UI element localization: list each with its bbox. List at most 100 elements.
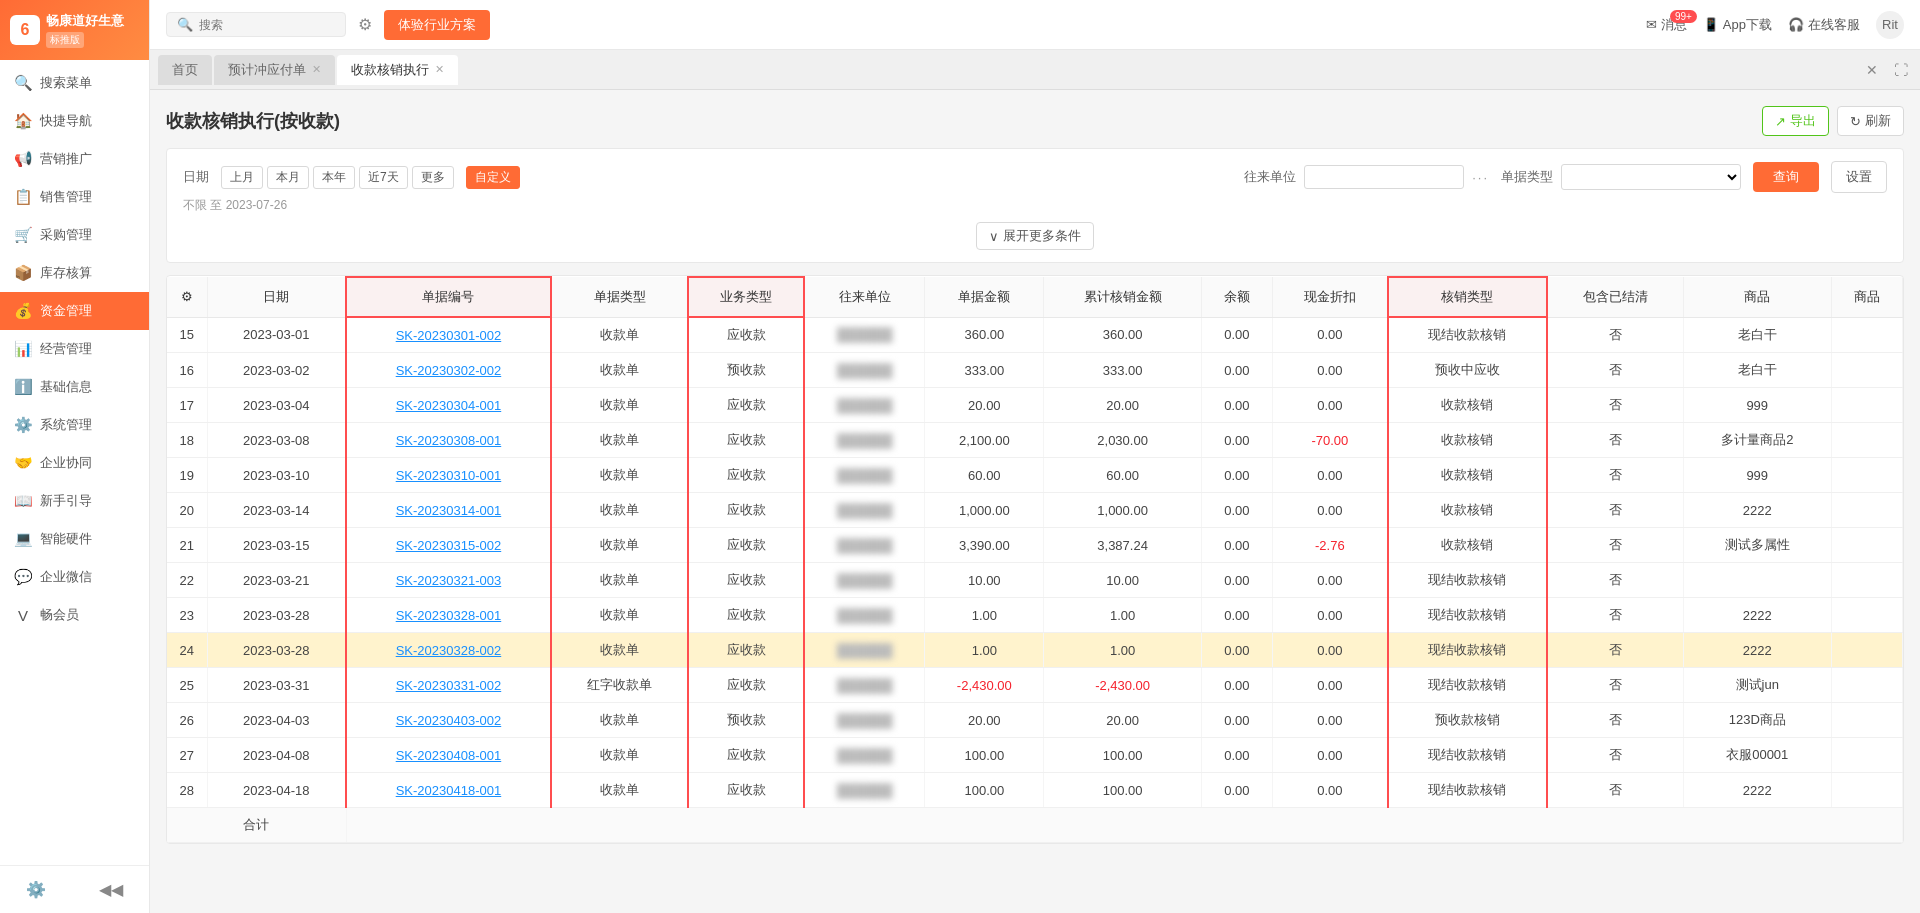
avatar[interactable]: Rit	[1876, 11, 1904, 39]
sidebar-item-system[interactable]: ⚙️系统管理	[0, 406, 149, 444]
cell-discount: 0.00	[1273, 388, 1388, 423]
cell-discount: -70.00	[1273, 423, 1388, 458]
docno-link[interactable]: SK-20230408-001	[396, 748, 502, 763]
tab-receipt[interactable]: 收款核销执行✕	[337, 55, 458, 85]
sidebar-item-operation[interactable]: 📊经营管理	[0, 330, 149, 368]
docno-link[interactable]: SK-20230314-001	[396, 503, 502, 518]
service-icon: 🎧	[1788, 17, 1804, 32]
docno-link[interactable]: SK-20230304-001	[396, 398, 502, 413]
basic-icon: ℹ️	[14, 378, 32, 396]
cell-doctype: 收款单	[551, 633, 688, 668]
cell-writeoff-type: 现结收款核销	[1388, 317, 1547, 353]
cell-no: 15	[167, 317, 207, 353]
doctype-select[interactable]	[1561, 164, 1741, 190]
sidebar-item-basic[interactable]: ℹ️基础信息	[0, 368, 149, 406]
cell-doctype: 收款单	[551, 703, 688, 738]
export-button[interactable]: ↗ 导出	[1762, 106, 1829, 136]
search-box[interactable]: 🔍	[166, 12, 346, 37]
cell-docno: SK-20230331-002	[346, 668, 551, 703]
docno-link[interactable]: SK-20230321-003	[396, 573, 502, 588]
sidebar-item-wechat[interactable]: 💬企业微信	[0, 558, 149, 596]
cell-amount: 2,100.00	[925, 423, 1044, 458]
tab-home[interactable]: 首页	[158, 55, 212, 85]
cell-discount: 0.00	[1273, 773, 1388, 808]
cell-no: 23	[167, 598, 207, 633]
cell-balance: 0.00	[1201, 738, 1272, 773]
query-button[interactable]: 查询	[1753, 162, 1819, 192]
cell-no: 28	[167, 773, 207, 808]
date-btn-更多[interactable]: 更多	[412, 166, 454, 189]
table-scroll[interactable]: ⚙ 日期 单据编号 单据类型 业务类型 往来单位 单据金额 累计核销金额 余额 …	[167, 276, 1903, 843]
gear-icon[interactable]: ⚙	[358, 15, 372, 34]
docno-link[interactable]: SK-20230403-002	[396, 713, 502, 728]
tab-close-payable[interactable]: ✕	[312, 63, 321, 76]
cell-writeoff-type: 现结收款核销	[1388, 668, 1547, 703]
filter-row-1: 日期 上月本月本年近7天更多 自定义 往来单位 ··· 单据类型 查询 设置	[183, 161, 1887, 193]
tab-close-receipt[interactable]: ✕	[435, 63, 444, 76]
sidebar-item-sales[interactable]: 📋销售管理	[0, 178, 149, 216]
filter-settings-button[interactable]: 设置	[1831, 161, 1887, 193]
cell-amount: 1,000.00	[925, 493, 1044, 528]
cell-writeoff: 1.00	[1044, 598, 1201, 633]
sidebar-item-guide[interactable]: 📖新手引导	[0, 482, 149, 520]
cell-docno: SK-20230315-002	[346, 528, 551, 563]
cell-biztype: 应收款	[688, 528, 804, 563]
industry-btn[interactable]: 体验行业方案	[384, 10, 490, 40]
maximize-icon[interactable]: ⛶	[1890, 60, 1912, 80]
sidebar-item-enterprise[interactable]: 🤝企业协同	[0, 444, 149, 482]
docno-link[interactable]: SK-20230310-001	[396, 468, 502, 483]
cell-included: 否	[1547, 703, 1684, 738]
cell-goods1: 多计量商品2	[1683, 423, 1831, 458]
partner-input[interactable]	[1304, 165, 1464, 189]
docno-link[interactable]: SK-20230302-002	[396, 363, 502, 378]
sidebar-item-hardware[interactable]: 💻智能硬件	[0, 520, 149, 558]
cell-included: 否	[1547, 353, 1684, 388]
docno-link[interactable]: SK-20230418-001	[396, 783, 502, 798]
logo-icon: 6	[10, 15, 40, 45]
date-btn-上月[interactable]: 上月	[221, 166, 263, 189]
docno-link[interactable]: SK-20230331-002	[396, 678, 502, 693]
sidebar-item-member[interactable]: V畅会员	[0, 596, 149, 634]
collapse-icon[interactable]: ◀◀	[93, 874, 129, 905]
docno-link[interactable]: SK-20230308-001	[396, 433, 502, 448]
col-partner: 往来单位	[804, 277, 925, 317]
docno-link[interactable]: SK-20230315-002	[396, 538, 502, 553]
cell-amount: 60.00	[925, 458, 1044, 493]
cell-partner: ██████	[804, 493, 925, 528]
customer-service-btn[interactable]: 🎧 在线客服	[1788, 16, 1860, 34]
logo: 6 畅康道好生意 标推版	[0, 0, 149, 60]
sidebar: 6 畅康道好生意 标推版 🔍搜索菜单🏠快捷导航📢营销推广📋销售管理🛒采购管理📦库…	[0, 0, 150, 913]
docno-link[interactable]: SK-20230301-002	[396, 328, 502, 343]
refresh-button[interactable]: ↻ 刷新	[1837, 106, 1904, 136]
sidebar-item-finance[interactable]: 💰资金管理	[0, 292, 149, 330]
date-buttons: 上月本月本年近7天更多	[221, 166, 454, 189]
docno-link[interactable]: SK-20230328-001	[396, 608, 502, 623]
settings-icon[interactable]: ⚙️	[20, 874, 52, 905]
cell-goods2	[1831, 317, 1902, 353]
date-btn-近7天[interactable]: 近7天	[359, 166, 408, 189]
tab-payable[interactable]: 预计冲应付单✕	[214, 55, 335, 85]
sidebar-item-search[interactable]: 🔍搜索菜单	[0, 64, 149, 102]
sidebar-item-quick[interactable]: 🏠快捷导航	[0, 102, 149, 140]
cell-doctype: 收款单	[551, 317, 688, 353]
cell-goods2	[1831, 563, 1902, 598]
custom-date-btn[interactable]: 自定义	[466, 166, 520, 189]
tab-label-home: 首页	[172, 61, 198, 79]
date-btn-本年[interactable]: 本年	[313, 166, 355, 189]
cell-date: 2023-03-04	[207, 388, 346, 423]
cell-doctype: 收款单	[551, 458, 688, 493]
docno-link[interactable]: SK-20230328-002	[396, 643, 502, 658]
message-btn[interactable]: ✉ 消息 99+	[1646, 16, 1687, 34]
cell-amount: 100.00	[925, 773, 1044, 808]
sidebar-item-purchase[interactable]: 🛒采购管理	[0, 216, 149, 254]
sidebar-item-marketing[interactable]: 📢营销推广	[0, 140, 149, 178]
cell-writeoff-type: 预收款核销	[1388, 703, 1547, 738]
table-footer: 合计	[167, 808, 1903, 843]
date-btn-本月[interactable]: 本月	[267, 166, 309, 189]
app-download-btn[interactable]: 📱 App下载	[1703, 16, 1772, 34]
search-input[interactable]	[199, 18, 335, 32]
close-window-icon[interactable]: ✕	[1862, 60, 1882, 80]
guide-icon: 📖	[14, 492, 32, 510]
expand-button[interactable]: ∨ 展开更多条件	[976, 222, 1094, 250]
sidebar-item-inventory[interactable]: 📦库存核算	[0, 254, 149, 292]
